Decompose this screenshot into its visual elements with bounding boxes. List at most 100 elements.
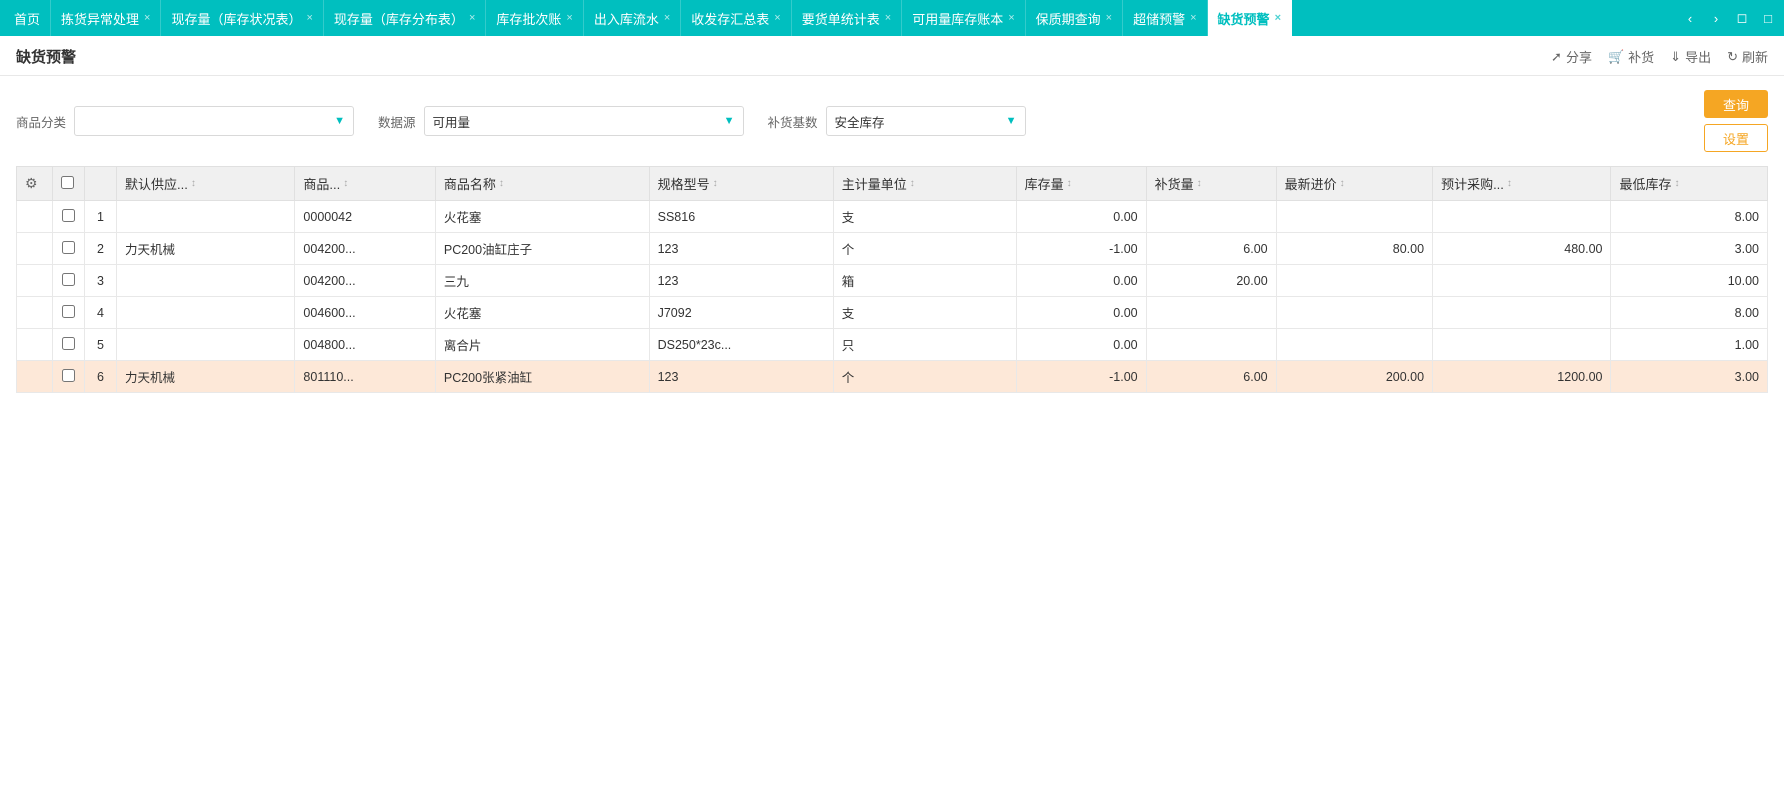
tab-inventory-status[interactable]: 现存量（库存状况表） × [161,0,323,36]
row-replenish: 6.00 [1146,361,1276,393]
close-icon[interactable]: × [144,12,150,24]
row-unit: 个 [833,233,1016,265]
export-button[interactable]: ⇓ 导出 [1670,47,1711,66]
row-checkbox-cell[interactable] [53,201,85,233]
row-unit: 支 [833,201,1016,233]
commodity-dropdown-icon: ▼ [334,115,345,127]
row-checkbox-cell[interactable] [53,297,85,329]
row-supplier [117,265,295,297]
row-spec: SS816 [649,201,833,233]
sort-icon: ↕ [499,178,504,189]
close-icon[interactable]: × [885,12,891,24]
row-est-purchase [1433,329,1611,361]
close-icon[interactable]: × [1008,12,1014,24]
sort-replenish[interactable]: 补货量 ↕ [1155,174,1268,193]
row-checkbox[interactable] [62,337,75,350]
select-all-checkbox[interactable] [61,176,74,189]
row-checkbox[interactable] [62,273,75,286]
close-icon[interactable]: × [1190,12,1196,24]
tab-requisition-stat[interactable]: 要货单统计表 × [792,0,902,36]
row-checkbox-cell[interactable] [53,329,85,361]
replenish-button[interactable]: 🛒 补货 [1608,47,1654,66]
row-settings-cell[interactable] [17,201,53,233]
sort-est-purchase[interactable]: 预计采购... ↕ [1441,174,1602,193]
close-icon[interactable]: × [566,12,572,24]
th-checkbox [53,167,85,201]
row-checkbox[interactable] [62,305,75,318]
row-stock: 0.00 [1016,201,1146,233]
row-checkbox-cell[interactable] [53,233,85,265]
sort-icon: ↕ [1197,178,1202,189]
close-icon[interactable]: × [469,12,475,24]
row-settings-cell[interactable] [17,361,53,393]
row-number: 1 [85,201,117,233]
sort-supplier[interactable]: 默认供应... ↕ [125,174,286,193]
row-checkbox[interactable] [62,209,75,222]
sort-icon: ↕ [191,178,196,189]
close-icon[interactable]: × [774,12,780,24]
row-settings-cell[interactable] [17,329,53,361]
sort-spec[interactable]: 规格型号 ↕ [658,174,825,193]
sort-min-stock[interactable]: 最低库存 ↕ [1619,174,1759,193]
close-icon[interactable]: × [1275,12,1281,24]
share-button[interactable]: ➚ 分享 [1551,47,1592,66]
prev-tab-button[interactable]: ‹ [1678,6,1702,30]
replenish-base-label: 补货基数 [768,112,818,131]
tab-inout-flow[interactable]: 出入库流水 × [584,0,681,36]
th-unit: 主计量单位 ↕ [833,167,1016,201]
sort-stock[interactable]: 库存量 ↕ [1025,174,1138,193]
row-checkbox[interactable] [62,369,75,382]
row-supplier: 力天机械 [117,233,295,265]
row-name: 离合片 [435,329,649,361]
next-tab-button[interactable]: › [1704,6,1728,30]
sort-name[interactable]: 商品名称 ↕ [444,174,641,193]
tab-defect-abnormal[interactable]: 拣货异常处理 × [51,0,161,36]
query-button[interactable]: 查询 [1704,90,1768,118]
top-navigation: 首页 拣货异常处理 × 现存量（库存状况表） × 现存量（库存分布表） × 库存… [0,0,1784,36]
row-min-stock: 8.00 [1611,201,1768,233]
row-min-stock: 10.00 [1611,265,1768,297]
column-settings-icon[interactable]: ⚙ [25,175,38,191]
th-spec: 规格型号 ↕ [649,167,833,201]
row-name: 火花塞 [435,201,649,233]
commodity-select[interactable]: ▼ [74,106,354,136]
tab-available-ledger[interactable]: 可用量库存账本 × [902,0,1025,36]
sort-unit[interactable]: 主计量单位 ↕ [842,174,1008,193]
sort-latest-price[interactable]: 最新进价 ↕ [1285,174,1424,193]
row-settings-cell[interactable] [17,265,53,297]
row-latest-price: 80.00 [1276,233,1432,265]
row-latest-price [1276,297,1432,329]
tab-overstock[interactable]: 超储预警 × [1123,0,1207,36]
close-icon[interactable]: × [664,12,670,24]
row-est-purchase: 480.00 [1433,233,1611,265]
replenish-base-dropdown-icon: ▼ [1006,115,1017,127]
replenish-base-select[interactable]: 安全库存 ▼ [826,106,1026,136]
settings-button[interactable]: 设置 [1704,124,1768,152]
row-settings-cell[interactable] [17,233,53,265]
close-icon[interactable]: × [306,12,312,24]
tab-inventory-dist[interactable]: 现存量（库存分布表） × [324,0,486,36]
row-replenish [1146,329,1276,361]
sort-code[interactable]: 商品... ↕ [303,174,426,193]
table-body: 1 0000042 火花塞 SS816 支 0.00 8.00 2 力天机械 0… [17,201,1768,393]
tab-expiry-query[interactable]: 保质期查询 × [1026,0,1123,36]
tab-shortage[interactable]: 缺货预警 × [1208,0,1292,36]
row-number: 4 [85,297,117,329]
window-controls: ‹ › ◻ □ [1678,6,1780,30]
tab-inventory-batch[interactable]: 库存批次账 × [486,0,583,36]
tab-home[interactable]: 首页 [4,0,51,36]
tab-recv-summary[interactable]: 收发存汇总表 × [681,0,791,36]
refresh-button[interactable]: ↻ 刷新 [1727,47,1768,66]
row-supplier [117,201,295,233]
row-checkbox[interactable] [62,241,75,254]
row-checkbox-cell[interactable] [53,265,85,297]
commodity-filter-group: 商品分类 ▼ [16,106,354,136]
maximize-button[interactable]: □ [1756,6,1780,30]
close-icon[interactable]: × [1106,12,1112,24]
row-spec: 123 [649,233,833,265]
row-settings-cell[interactable] [17,297,53,329]
datasource-select[interactable]: 可用量 ▼ [424,106,744,136]
data-table: ⚙ 默认供应... ↕ 商品... [16,166,1768,393]
row-checkbox-cell[interactable] [53,361,85,393]
restore-button[interactable]: ◻ [1730,6,1754,30]
